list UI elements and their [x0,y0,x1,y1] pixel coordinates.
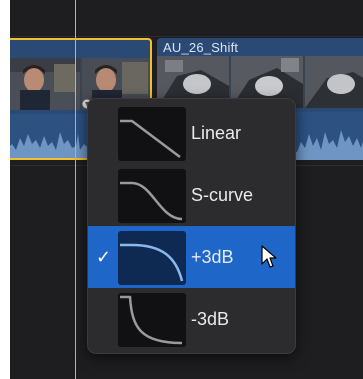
menu-item-s-curve[interactable]: S-curve [88,164,295,226]
fade-type-menu: Linear S-curve ✓ +3dB -3dB [87,98,296,354]
menu-item-label: S-curve [191,185,254,205]
track-divider [10,36,363,37]
menu-item-label: +3dB [191,247,234,267]
menu-item-minus-3db[interactable]: -3dB [88,288,295,350]
menu-item-label: Linear [191,123,242,143]
s-curve-icon [118,169,186,223]
linear-curve-icon [118,107,186,161]
menu-item-linear[interactable]: Linear [88,102,295,164]
plus-3db-curve-icon [118,231,186,285]
clip-thumbnail [10,58,80,110]
mouse-pointer-icon [261,245,277,268]
clip-thumbnail [305,56,363,108]
minus-3db-curve-icon [118,293,186,347]
menu-item-plus-3db[interactable]: ✓ +3dB [88,226,295,288]
checkmark-icon: ✓ [96,247,112,267]
clip-name-label: AU_26_Shift [163,40,239,55]
playhead[interactable] [75,0,76,379]
menu-item-label: -3dB [191,309,230,329]
